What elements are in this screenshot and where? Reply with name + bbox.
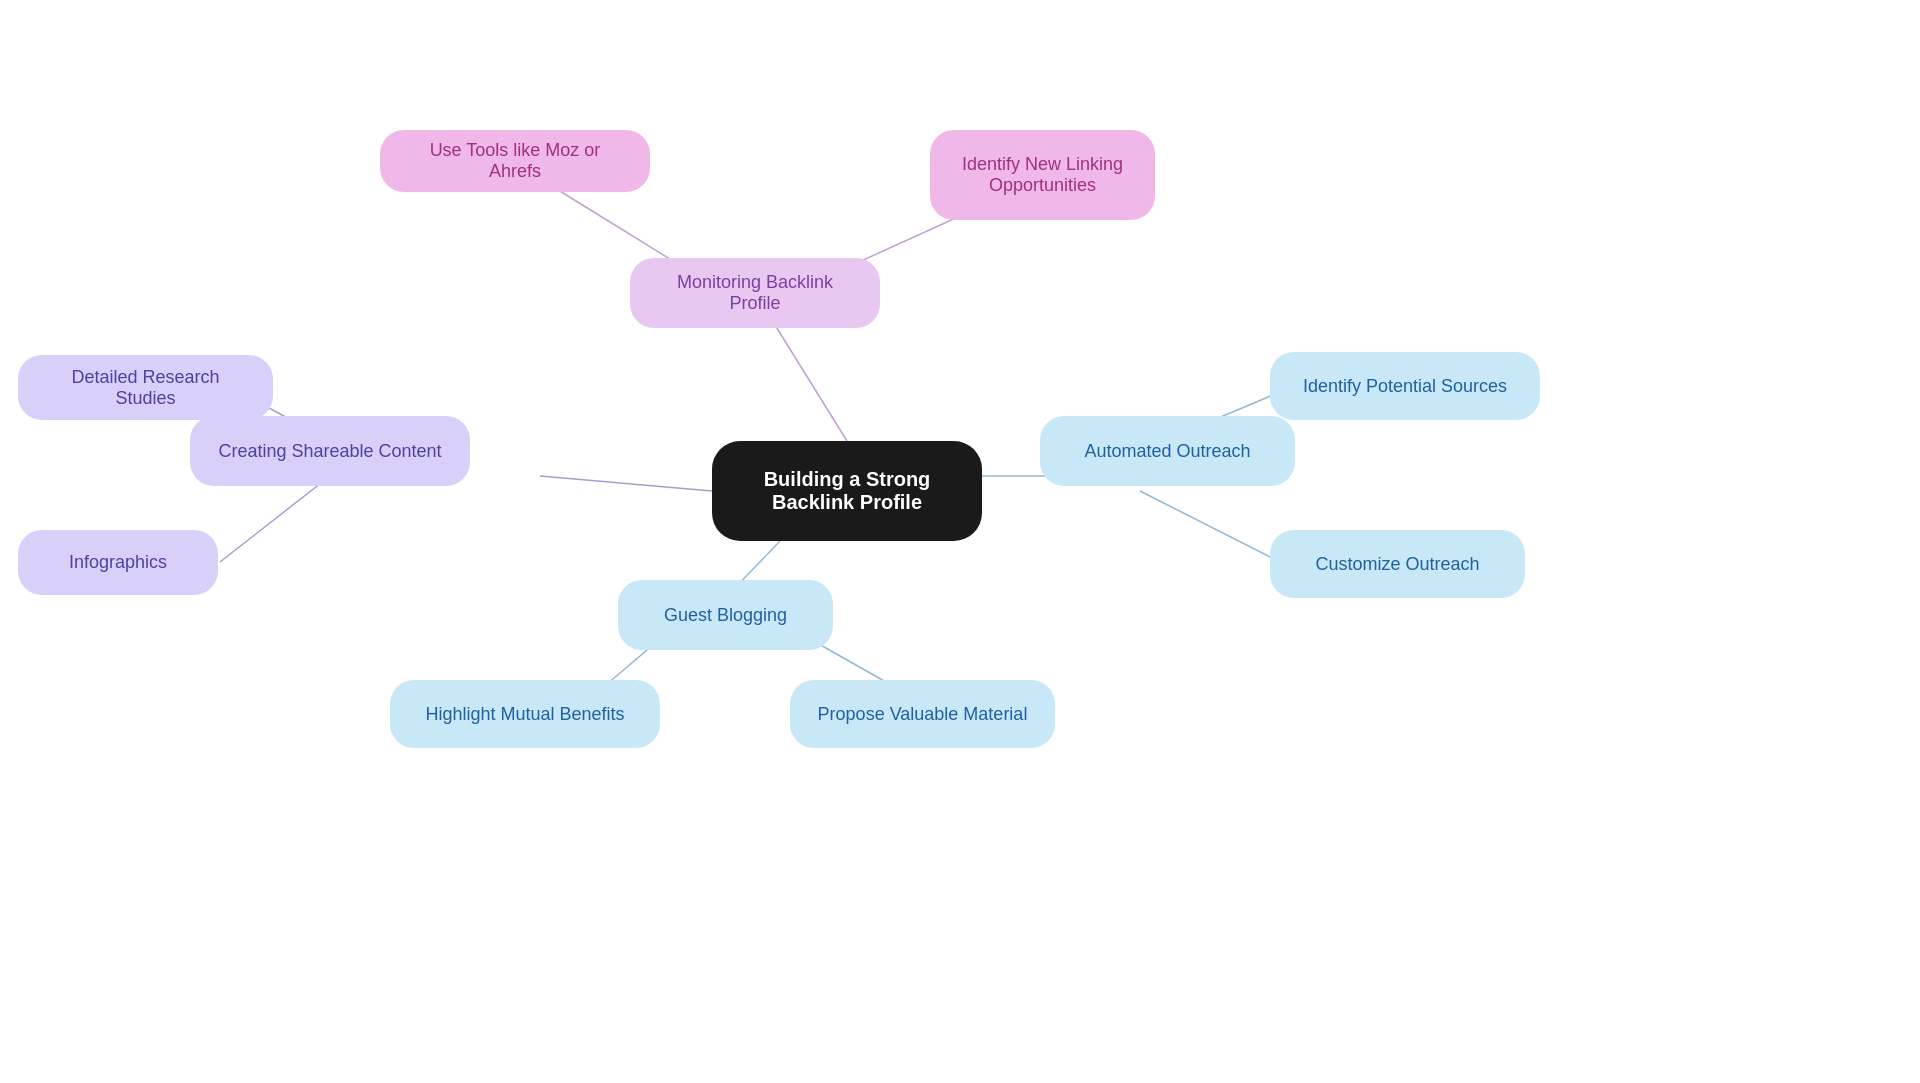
identify-potential-node[interactable]: Identify Potential Sources	[1270, 352, 1540, 420]
use-tools-label: Use Tools like Moz or Ahrefs	[404, 140, 626, 182]
use-tools-node[interactable]: Use Tools like Moz or Ahrefs	[380, 130, 650, 192]
guest-blogging-label: Guest Blogging	[664, 605, 787, 626]
identify-potential-label: Identify Potential Sources	[1303, 376, 1507, 397]
identify-new-label: Identify New Linking Opportunities	[954, 154, 1131, 196]
automated-outreach-label: Automated Outreach	[1084, 441, 1250, 462]
customize-outreach-node[interactable]: Customize Outreach	[1270, 530, 1525, 598]
identify-new-node[interactable]: Identify New Linking Opportunities	[930, 130, 1155, 220]
automated-outreach-node[interactable]: Automated Outreach	[1040, 416, 1295, 486]
creating-shareable-label: Creating Shareable Content	[218, 441, 441, 462]
propose-valuable-label: Propose Valuable Material	[818, 704, 1028, 725]
svg-line-11	[1140, 491, 1280, 562]
infographics-node[interactable]: Infographics	[18, 530, 218, 595]
propose-valuable-node[interactable]: Propose Valuable Material	[790, 680, 1055, 748]
customize-outreach-label: Customize Outreach	[1315, 554, 1479, 575]
infographics-label: Infographics	[69, 552, 167, 573]
svg-line-3	[540, 476, 712, 491]
monitoring-label: Monitoring Backlink Profile	[654, 272, 856, 314]
monitoring-node[interactable]: Monitoring Backlink Profile	[630, 258, 880, 328]
creating-shareable-node[interactable]: Creating Shareable Content	[190, 416, 470, 486]
detailed-research-node[interactable]: Detailed Research Studies	[18, 355, 273, 420]
detailed-research-label: Detailed Research Studies	[42, 367, 249, 409]
center-node[interactable]: Building a Strong Backlink Profile	[712, 441, 982, 541]
center-node-label: Building a Strong Backlink Profile	[736, 468, 958, 514]
highlight-mutual-node[interactable]: Highlight Mutual Benefits	[390, 680, 660, 748]
svg-line-0	[775, 325, 847, 441]
svg-line-5	[220, 476, 330, 562]
guest-blogging-node[interactable]: Guest Blogging	[618, 580, 833, 650]
highlight-mutual-label: Highlight Mutual Benefits	[425, 704, 624, 725]
